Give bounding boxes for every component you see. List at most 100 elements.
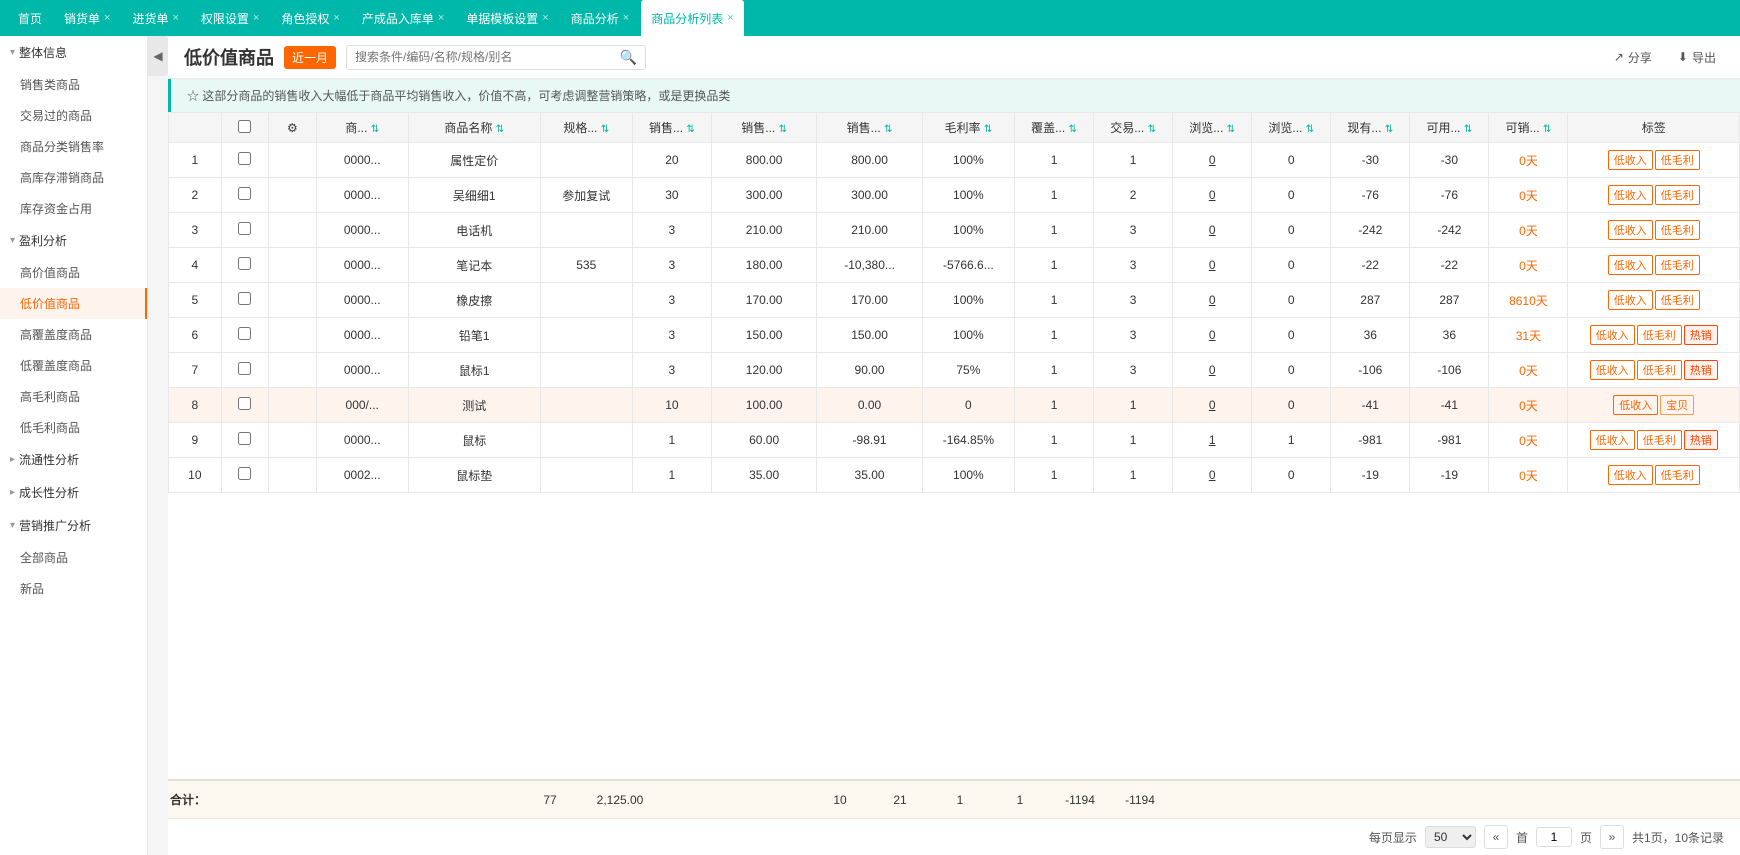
row-checkbox[interactable] bbox=[238, 222, 251, 235]
sort-icon-margin[interactable]: ⇅ bbox=[984, 124, 992, 135]
row-checkbox[interactable] bbox=[238, 397, 251, 410]
sort-icon-b2[interactable]: ⇅ bbox=[1306, 124, 1314, 135]
nav-template-settings[interactable]: 单据模板设置 × bbox=[456, 0, 558, 36]
cell-browse1[interactable]: 1 bbox=[1173, 423, 1252, 458]
cell-browse1[interactable]: 0 bbox=[1173, 458, 1252, 493]
cell-browse1[interactable]: 0 bbox=[1173, 248, 1252, 283]
browse-link[interactable]: 0 bbox=[1209, 188, 1216, 202]
page-number-input[interactable] bbox=[1536, 827, 1572, 847]
row-checkbox[interactable] bbox=[238, 292, 251, 305]
time-filter-button[interactable]: 近一月 bbox=[284, 46, 336, 69]
nav-purchase-order[interactable]: 进货单 × bbox=[122, 0, 188, 36]
browse-link[interactable]: 0 bbox=[1209, 328, 1216, 342]
last-page-button[interactable]: » bbox=[1600, 825, 1624, 849]
cell-check[interactable] bbox=[221, 248, 268, 283]
sidebar-item-high-coverage[interactable]: 高覆盖度商品 bbox=[0, 319, 147, 350]
sidebar-item-low-value[interactable]: 低价值商品 bbox=[0, 288, 147, 319]
browse-link[interactable]: 0 bbox=[1209, 293, 1216, 307]
th-margin[interactable]: 毛利率 ⇅ bbox=[922, 113, 1014, 143]
sidebar-item-low-margin[interactable]: 低毛利商品 bbox=[0, 412, 147, 443]
nav-sales-order-close[interactable]: × bbox=[104, 12, 110, 24]
first-page-button[interactable]: « bbox=[1484, 825, 1508, 849]
cell-check[interactable] bbox=[221, 353, 268, 388]
th-sell[interactable]: 可销... ⇅ bbox=[1489, 113, 1568, 143]
sort-icon-s2[interactable]: ⇅ bbox=[779, 124, 787, 135]
th-gear[interactable]: ⚙ bbox=[269, 113, 316, 143]
select-all-checkbox[interactable] bbox=[238, 120, 251, 133]
cell-check[interactable] bbox=[221, 283, 268, 318]
export-button[interactable]: ⬇ 导出 bbox=[1670, 45, 1724, 70]
sort-icon-stock[interactable]: ⇅ bbox=[1385, 124, 1393, 135]
nav-permissions[interactable]: 权限设置 × bbox=[191, 0, 269, 36]
th-code[interactable]: 商... ⇅ bbox=[316, 113, 408, 143]
th-tag[interactable]: 标签 bbox=[1568, 113, 1740, 143]
cell-check[interactable] bbox=[221, 213, 268, 248]
th-spec[interactable]: 规格... ⇅ bbox=[540, 113, 632, 143]
th-sale1[interactable]: 销售... ⇅ bbox=[632, 113, 711, 143]
row-checkbox[interactable] bbox=[238, 327, 251, 340]
share-button[interactable]: ↗ 分享 bbox=[1606, 45, 1660, 70]
th-cover[interactable]: 覆盖... ⇅ bbox=[1015, 113, 1094, 143]
row-checkbox[interactable] bbox=[238, 187, 251, 200]
browse-link[interactable]: 0 bbox=[1209, 468, 1216, 482]
cell-check[interactable] bbox=[221, 318, 268, 353]
nav-home[interactable]: 首页 bbox=[8, 0, 52, 36]
browse-link[interactable]: 1 bbox=[1209, 433, 1216, 447]
sidebar-item-traded-products[interactable]: 交易过的商品 bbox=[0, 100, 147, 131]
sidebar-item-slow-moving[interactable]: 高库存滞销商品 bbox=[0, 162, 147, 193]
cell-browse1[interactable]: 0 bbox=[1173, 143, 1252, 178]
sidebar-item-sales-products[interactable]: 销售类商品 bbox=[0, 69, 147, 100]
cell-browse1[interactable]: 0 bbox=[1173, 318, 1252, 353]
row-checkbox[interactable] bbox=[238, 362, 251, 375]
th-browse2[interactable]: 浏览... ⇅ bbox=[1252, 113, 1331, 143]
browse-link[interactable]: 0 bbox=[1209, 258, 1216, 272]
cell-check[interactable] bbox=[221, 423, 268, 458]
sort-icon-spec[interactable]: ⇅ bbox=[601, 124, 609, 135]
sidebar-item-low-coverage[interactable]: 低覆盖度商品 bbox=[0, 350, 147, 381]
search-input[interactable] bbox=[355, 50, 615, 64]
sidebar-group-growth[interactable]: ▸ 成长性分析 bbox=[0, 476, 147, 509]
nav-product-warehouse-close[interactable]: × bbox=[438, 12, 444, 24]
nav-permissions-close[interactable]: × bbox=[253, 12, 259, 24]
sidebar-group-overall[interactable]: ▾ 整体信息 bbox=[0, 36, 147, 69]
sidebar-item-stock-capital[interactable]: 库存资金占用 bbox=[0, 193, 147, 224]
th-check[interactable] bbox=[221, 113, 268, 143]
th-stock[interactable]: 现有... ⇅ bbox=[1331, 113, 1410, 143]
cell-browse1[interactable]: 0 bbox=[1173, 178, 1252, 213]
nav-purchase-order-close[interactable]: × bbox=[172, 12, 178, 24]
th-avail[interactable]: 可用... ⇅ bbox=[1410, 113, 1489, 143]
browse-link[interactable]: 0 bbox=[1209, 153, 1216, 167]
th-sale3[interactable]: 销售... ⇅ bbox=[817, 113, 922, 143]
row-checkbox[interactable] bbox=[238, 432, 251, 445]
sidebar-item-high-value[interactable]: 高价值商品 bbox=[0, 257, 147, 288]
sort-icon[interactable]: ⇅ bbox=[371, 124, 379, 135]
cell-browse1[interactable]: 0 bbox=[1173, 283, 1252, 318]
cell-check[interactable] bbox=[221, 458, 268, 493]
cell-browse1[interactable]: 0 bbox=[1173, 388, 1252, 423]
sidebar-collapse-button[interactable]: ◀ bbox=[148, 36, 168, 76]
sidebar-item-category-sales-rate[interactable]: 商品分类销售率 bbox=[0, 131, 147, 162]
sidebar-item-all-products[interactable]: 全部商品 bbox=[0, 542, 147, 573]
sort-icon-s1[interactable]: ⇅ bbox=[686, 124, 694, 135]
sort-icon-b1[interactable]: ⇅ bbox=[1227, 124, 1235, 135]
sort-icon-trade[interactable]: ⇅ bbox=[1148, 124, 1156, 135]
nav-product-analysis-list[interactable]: 商品分析列表 × bbox=[641, 0, 743, 36]
sidebar-item-new-products[interactable]: 新品 bbox=[0, 573, 147, 604]
sidebar-group-marketing[interactable]: ▾ 营销推广分析 bbox=[0, 509, 147, 542]
sidebar-group-profit[interactable]: ▾ 盈利分析 bbox=[0, 224, 147, 257]
sort-icon-cover[interactable]: ⇅ bbox=[1069, 124, 1077, 135]
sort-icon-avail[interactable]: ⇅ bbox=[1464, 124, 1472, 135]
search-icon[interactable]: 🔍 bbox=[620, 49, 637, 66]
sort-icon-sell[interactable]: ⇅ bbox=[1543, 124, 1551, 135]
cell-check[interactable] bbox=[221, 178, 268, 213]
sidebar-group-liquidity[interactable]: ▸ 流通性分析 bbox=[0, 443, 147, 476]
sort-icon-name[interactable]: ⇅ bbox=[496, 124, 504, 135]
sidebar-item-high-margin[interactable]: 高毛利商品 bbox=[0, 381, 147, 412]
th-sale2[interactable]: 销售... ⇅ bbox=[711, 113, 816, 143]
th-trade[interactable]: 交易... ⇅ bbox=[1094, 113, 1173, 143]
browse-link[interactable]: 0 bbox=[1209, 223, 1216, 237]
browse-link[interactable]: 0 bbox=[1209, 398, 1216, 412]
cell-browse1[interactable]: 0 bbox=[1173, 213, 1252, 248]
nav-product-analysis-close[interactable]: × bbox=[623, 12, 629, 24]
row-checkbox[interactable] bbox=[238, 467, 251, 480]
